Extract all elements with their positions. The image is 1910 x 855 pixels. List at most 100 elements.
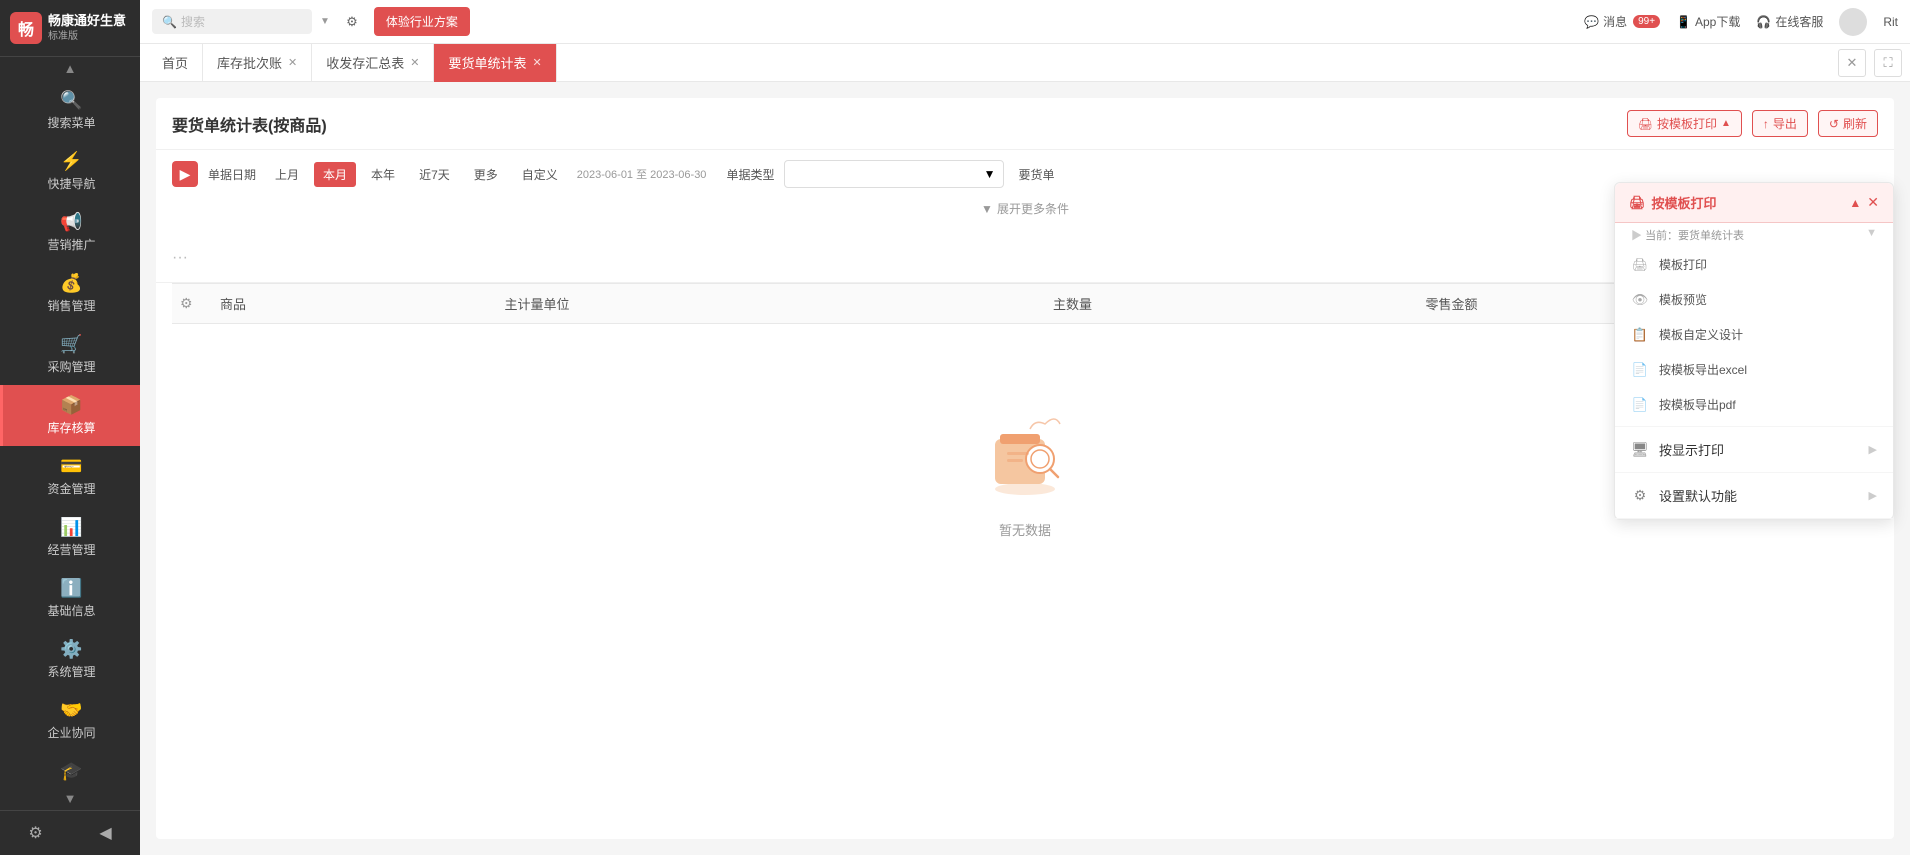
sidebar-label-operation: 经营管理 (47, 541, 95, 558)
sidebar-label-purchase: 采购管理 (47, 358, 95, 375)
date-prev-month[interactable]: 上月 (266, 162, 308, 187)
sidebar-scroll-down[interactable]: ▼ (0, 787, 140, 810)
sidebar-label-system: 系统管理 (47, 663, 95, 680)
display-print-arrow: ▶ (1869, 443, 1877, 456)
more-options-icon[interactable]: ··· (172, 249, 188, 267)
dropdown-current-label: ▶ 当前：要货单统计表 ▼ (1615, 223, 1893, 243)
current-option-expand[interactable]: ▼ (1866, 227, 1877, 239)
export-button[interactable]: ↑ 导出 (1752, 110, 1808, 137)
dropdown-item-set-default[interactable]: ⚙ 设置默认功能 ▶ (1615, 477, 1893, 514)
expand-down-icon: ▼ (981, 202, 993, 216)
print-button[interactable]: 🖨 按模板打印 ▲ (1627, 110, 1742, 137)
dropdown-header-right: ▲ ✕ (1849, 194, 1879, 211)
download-icon: 📱 (1676, 15, 1691, 29)
trial-industry-button[interactable]: 体验行业方案 (374, 7, 470, 36)
tab-inventory-batch-label: 库存批次账 (217, 53, 282, 72)
refresh-button[interactable]: ↺ 刷新 (1818, 110, 1878, 137)
tab-home[interactable]: 首页 (148, 44, 203, 82)
sidebar-item-quick-nav[interactable]: ⚡ 快捷导航 (0, 141, 140, 202)
export-icon: ↑ (1763, 117, 1769, 131)
dropdown-item-display-print[interactable]: 🖥 按显示打印 ▶ (1615, 431, 1893, 468)
tab-order-stats-label: 要货单统计表 (448, 53, 526, 72)
order-label: 要货单 (1018, 166, 1054, 183)
page-actions: 🖨 按模板打印 ▲ ↑ 导出 ↺ 刷新 (1627, 110, 1878, 137)
display-print-icon: 🖥 (1631, 441, 1649, 458)
sidebar-item-purchase[interactable]: 🛒 采购管理 (0, 324, 140, 385)
sidebar-item-operation[interactable]: 📊 经营管理 (0, 507, 140, 568)
user-avatar[interactable] (1839, 8, 1867, 36)
tabs-bar: 首页 库存批次账 ✕ 收发存汇总表 ✕ 要货单统计表 ✕ ✕ ⛶ (140, 44, 1910, 82)
dropdown-item-export-excel[interactable]: 📄 按模板导出excel (1615, 352, 1893, 387)
search-dropdown-arrow[interactable]: ▼ (320, 16, 330, 27)
filter-expand-toggle[interactable]: ▶ (172, 161, 198, 187)
table-gear-icon[interactable]: ⚙ (180, 295, 193, 311)
dropdown-print-icon: 🖨 (1629, 195, 1646, 211)
tab-home-label: 首页 (162, 53, 188, 72)
message-icon: 💬 (1584, 15, 1599, 29)
expand-conditions-btn[interactable]: ▼ 展开更多条件 (981, 194, 1069, 223)
sidebar-label-inventory: 库存核算 (47, 419, 95, 436)
print-dropdown-arrow: ▲ (1721, 118, 1731, 129)
sidebar-item-search-menu[interactable]: 🔍 搜索菜单 (0, 80, 140, 141)
set-default-arrow: ▶ (1869, 489, 1877, 502)
sidebar: 畅 畅康通好生意 标准版 ▲ 🔍 搜索菜单 ⚡ 快捷导航 📢 营销推广 💰 销售… (0, 0, 140, 855)
dropdown-item-export-pdf[interactable]: 📄 按模板导出pdf (1615, 387, 1893, 422)
sidebar-label-cooperation: 企业协同 (47, 724, 95, 741)
tab-inventory-batch[interactable]: 库存批次账 ✕ (203, 44, 312, 82)
tab-inventory-batch-close[interactable]: ✕ (288, 56, 297, 69)
empty-illustration (975, 404, 1075, 504)
tab-receipt-summary[interactable]: 收发存汇总表 ✕ (312, 44, 434, 82)
tab-close-all[interactable]: ✕ (1838, 49, 1866, 77)
dropdown-collapse-arrow[interactable]: ▲ (1849, 196, 1861, 210)
dropdown-close-icon[interactable]: ✕ (1867, 194, 1879, 211)
search-icon: 🔍 (162, 15, 177, 29)
sidebar-item-sales[interactable]: 💰 销售管理 (0, 263, 140, 324)
tab-receipt-summary-close[interactable]: ✕ (410, 56, 419, 69)
tab-expand[interactable]: ⛶ (1874, 49, 1902, 77)
sidebar-item-cooperation[interactable]: 🤝 企业协同 (0, 690, 140, 751)
basic-info-icon: ℹ️ (60, 578, 82, 599)
date-current-year[interactable]: 本年 (362, 162, 404, 187)
dropdown-header-left: 🖨 按模板打印 (1629, 193, 1717, 212)
settings-icon[interactable]: ⚙ (28, 823, 42, 843)
type-select[interactable]: ▼ (784, 160, 1004, 188)
tab-order-stats-close[interactable]: ✕ (533, 56, 542, 69)
dropdown-section-1: 🖨 模板打印 👁 模板预览 📋 模板自定义设计 📄 按模板导出excel 📄 (1615, 243, 1893, 427)
col-product: 商品 (212, 284, 496, 324)
sales-icon: 💰 (60, 273, 82, 294)
sidebar-footer: ⚙ ◀ (0, 810, 140, 855)
date-range-display: 2023-06-01 至 2023-06-30 (577, 166, 707, 182)
sidebar-scroll-up[interactable]: ▲ (0, 57, 140, 80)
online-service-button[interactable]: 🎧 在线客服 (1756, 13, 1823, 30)
app-download-button[interactable]: 📱 App下载 (1676, 13, 1740, 30)
service-icon: 🎧 (1756, 15, 1771, 29)
sidebar-item-system[interactable]: ⚙️ 系统管理 (0, 629, 140, 690)
dropdown-item-template-design[interactable]: 📋 模板自定义设计 (1615, 317, 1893, 352)
collapse-icon[interactable]: ◀ (99, 823, 111, 843)
search-placeholder: 搜索 (181, 13, 205, 30)
messages-button[interactable]: 💬 消息 99+ (1584, 13, 1660, 30)
sidebar-item-marketing[interactable]: 📢 营销推广 (0, 202, 140, 263)
sidebar-item-finance[interactable]: 💳 资金管理 (0, 446, 140, 507)
print-icon: 🖨 (1638, 117, 1653, 131)
date-last-7[interactable]: 近7天 (410, 162, 459, 187)
dropdown-item-template-print[interactable]: 🖨 模板打印 (1615, 247, 1893, 282)
search-bar[interactable]: 🔍 搜索 (152, 9, 312, 34)
sidebar-item-inventory[interactable]: 📦 库存核算 (0, 385, 140, 446)
sidebar-item-basic-info[interactable]: ℹ️ 基础信息 (0, 568, 140, 629)
settings-button[interactable]: ⚙ (338, 8, 366, 36)
sidebar-item-newbie[interactable]: 🎓 新手引导 (0, 751, 140, 787)
template-design-label: 模板自定义设计 (1659, 326, 1743, 343)
user-name: Rit (1883, 15, 1898, 29)
col-qty: 主数量 (1045, 284, 1417, 324)
template-design-icon: 📋 (1631, 327, 1649, 343)
dropdown-item-template-preview[interactable]: 👁 模板预览 (1615, 282, 1893, 317)
template-print-label: 模板打印 (1659, 256, 1707, 273)
tab-order-stats[interactable]: 要货单统计表 ✕ (434, 44, 556, 82)
date-custom[interactable]: 自定义 (513, 162, 567, 187)
date-current-month[interactable]: 本月 (314, 162, 356, 187)
export-excel-label: 按模板导出excel (1659, 361, 1747, 378)
marketing-icon: 📢 (60, 212, 82, 233)
sidebar-label-finance: 资金管理 (47, 480, 95, 497)
date-more[interactable]: 更多 (465, 162, 507, 187)
